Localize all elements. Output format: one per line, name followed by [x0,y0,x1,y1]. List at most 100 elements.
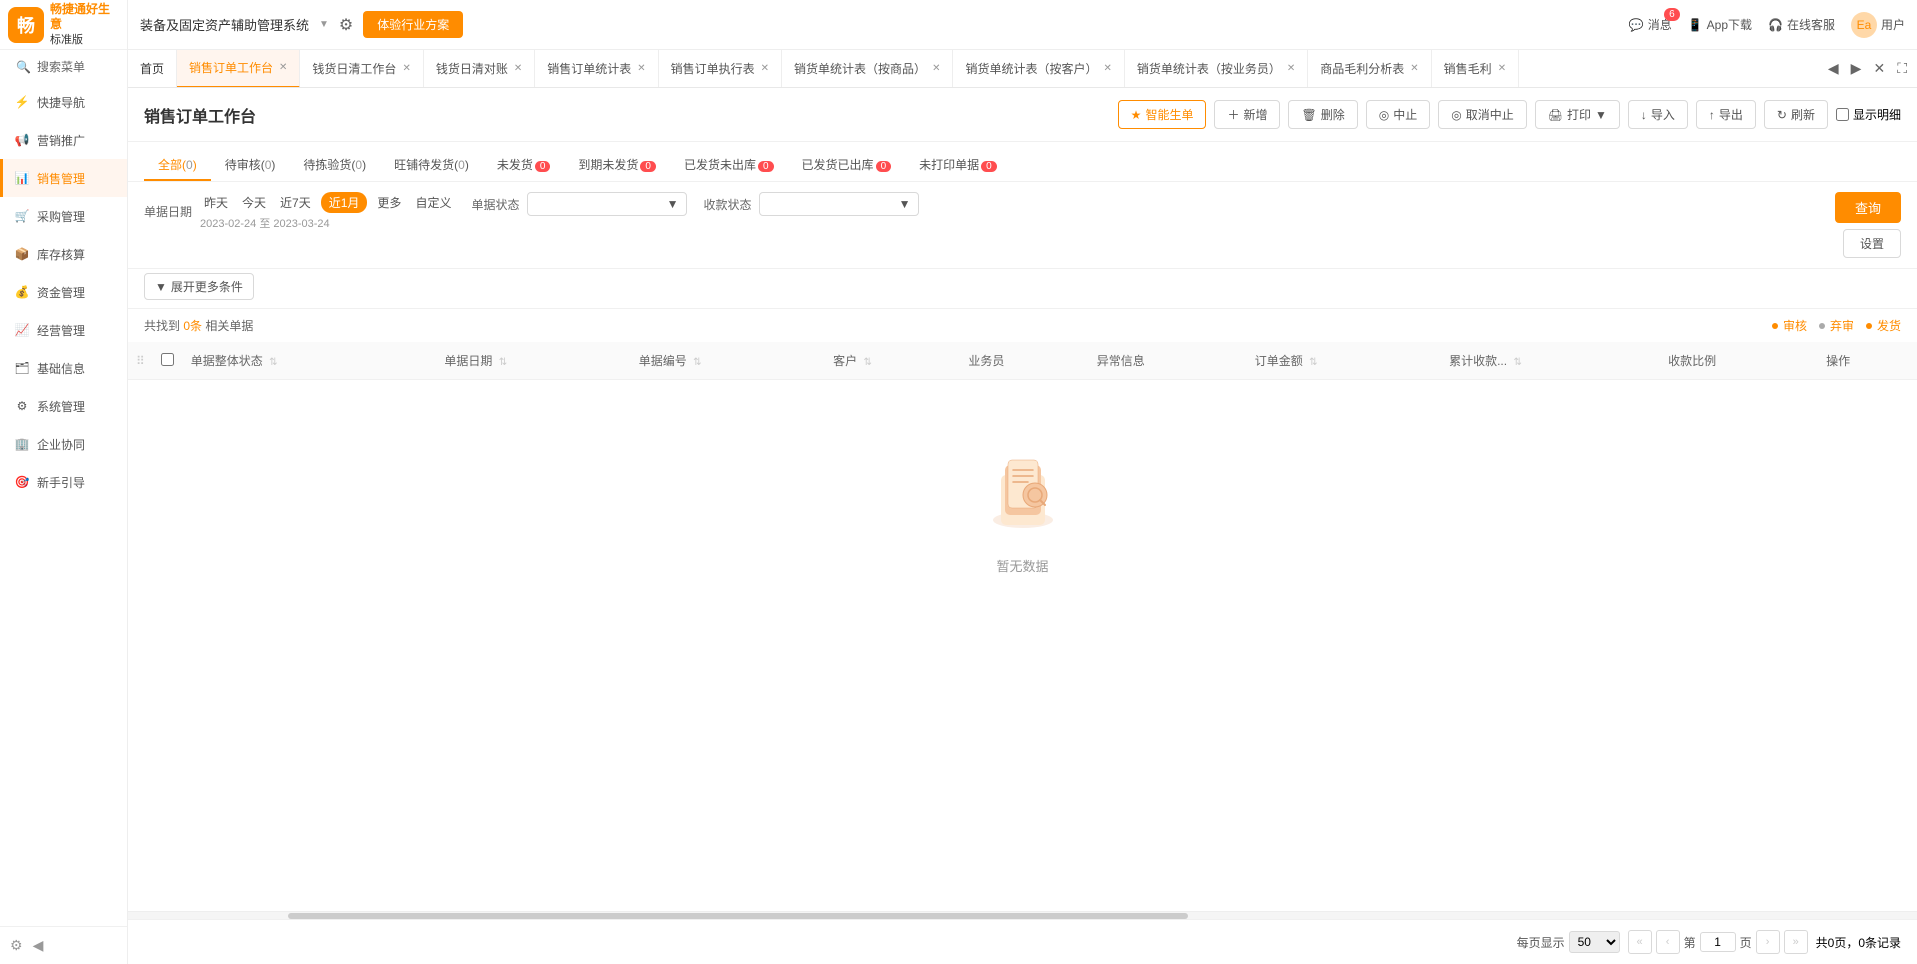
select-all-checkbox[interactable] [161,353,174,366]
date-option-today[interactable]: 今天 [238,192,270,213]
sidebar-item-purchase[interactable]: 🛒 采购管理 [0,197,127,235]
sidebar-item-search[interactable]: 🔍 搜索菜单 [0,50,127,83]
show-detail-checkbox[interactable] [1836,108,1849,121]
sidebar-item-sales[interactable]: 📊 销售管理 [0,159,127,197]
import-btn[interactable]: ↓ 导入 [1628,100,1688,129]
system-icon: ⚙ [13,397,31,415]
empty-text: 暂无数据 [996,556,1048,575]
query-btn[interactable]: 查询 [1835,192,1901,223]
export-btn[interactable]: ↑ 导出 [1696,100,1756,129]
page-input[interactable] [1700,932,1736,952]
tab-close-6[interactable]: ✕ [932,63,940,74]
last-page-btn[interactable]: » [1784,930,1808,954]
sidebar-item-enterprise[interactable]: 🏢 企业协同 [0,425,127,463]
per-page-select[interactable]: 50 100 200 [1569,931,1620,953]
sidebar-item-operations[interactable]: 📈 经营管理 [0,311,127,349]
show-detail-label[interactable]: 显示明细 [1836,106,1901,123]
sub-tab-overdue-not-shipped[interactable]: 到期未发货0 [564,150,670,181]
message-btn[interactable]: 💬 消息 6 [1629,16,1672,33]
tab-home[interactable]: 首页 [128,50,177,88]
prev-page-btn[interactable]: ‹ [1656,930,1680,954]
filter-settings-btn[interactable]: 设置 [1843,229,1901,258]
suspend-btn[interactable]: ◎ 中止 [1366,100,1431,129]
sidebar-item-finance[interactable]: 💰 资金管理 [0,273,127,311]
tab-daily-clear-workbench[interactable]: 钱货日清工作台 ✕ [300,50,423,88]
sidebar-item-inventory[interactable]: 📦 库存核算 [0,235,127,273]
tab-sales-by-product[interactable]: 销货单统计表（按商品） ✕ [782,50,953,88]
add-btn[interactable]: ＋ 新增 [1214,100,1280,129]
date-option-yesterday[interactable]: 昨天 [200,192,232,213]
col-order-amount[interactable]: 订单金额 ⇅ [1247,342,1441,380]
topbar: 装备及固定资产辅助管理系统 ▼ ⚙ 体验行业方案 💬 消息 6 📱 App下载 … [128,0,1917,50]
tab-close-8[interactable]: ✕ [1287,63,1295,74]
payment-select[interactable]: ▼ [759,192,919,216]
tab-close-3[interactable]: ✕ [514,63,522,74]
sidebar-item-quick-nav[interactable]: ⚡ 快捷导航 [0,83,127,121]
print-btn[interactable]: 🖨 打印 ▼ [1535,100,1620,129]
sub-tab-pending-review[interactable]: 待审核(0) [211,150,290,181]
col-date[interactable]: 单据日期 ⇅ [436,342,630,380]
tabs-prev-icon[interactable]: ◀ [1824,58,1843,79]
sidebar-item-guide[interactable]: 🎯 新手引导 [0,463,127,501]
user-menu[interactable]: Ea 用户 [1851,12,1905,38]
online-service-btn[interactable]: 🎧 在线客服 [1768,16,1835,33]
scrollbar-thumb[interactable] [288,913,1188,919]
scrollbar-area[interactable] [128,911,1917,919]
ship-action-btn[interactable]: 发货 [1866,317,1901,334]
col-cumulative-payment[interactable]: 累计收款... ⇅ [1441,342,1660,380]
date-option-7days[interactable]: 近7天 [276,192,315,213]
collapse-icon[interactable]: ◀ [33,937,44,954]
status-select[interactable]: ▼ [527,192,687,216]
tab-sales-by-salesperson[interactable]: 销货单统计表（按业务员） ✕ [1125,50,1308,88]
tabs-maximize-icon[interactable]: ⛶ [1893,58,1911,79]
tab-sales-gross-profit[interactable]: 销售毛利 ✕ [1432,50,1519,88]
sub-tab-not-printed[interactable]: 未打印单据0 [905,150,1011,181]
cancel-review-action-btn[interactable]: 弃审 [1819,317,1854,334]
tab-close-4[interactable]: ✕ [637,63,645,74]
app-download-btn[interactable]: 📱 App下载 [1688,16,1752,33]
tab-close-2[interactable]: ✕ [402,63,410,74]
sub-tab-shipped-not-out[interactable]: 已发货未出库0 [670,150,788,181]
col-number[interactable]: 单据编号 ⇅ [631,342,825,380]
tab-close-7[interactable]: ✕ [1103,63,1111,74]
tab-daily-clear-reconcile[interactable]: 钱货日清对账 ✕ [424,50,535,88]
tab-sales-order-workbench[interactable]: 销售订单工作台 ✕ [177,50,300,88]
cancel-suspend-btn[interactable]: ◎ 取消中止 [1438,100,1527,129]
sidebar-item-marketing[interactable]: 📢 营销推广 [0,121,127,159]
sub-tab-all[interactable]: 全部(0) [144,150,211,181]
expand-conditions-btn[interactable]: ▼ 展开更多条件 [144,273,254,300]
tab-sales-order-stats[interactable]: 销售订单统计表 ✕ [535,50,658,88]
tabs-close-all-icon[interactable]: ✕ [1869,58,1889,79]
sidebar-item-system[interactable]: ⚙ 系统管理 [0,387,127,425]
payment-select-arrow: ▼ [899,197,911,211]
tab-sales-by-customer[interactable]: 销货单统计表（按客户） ✕ [953,50,1124,88]
date-option-1month[interactable]: 近1月 [321,192,368,213]
sub-tabs: 全部(0) 待审核(0) 待拣验货(0) 旺铺待发货(0) 未发货0 到期未发货… [128,142,1917,182]
tab-close-1[interactable]: ✕ [279,62,287,73]
review-action-btn[interactable]: 审核 [1772,317,1807,334]
sub-tab-pending-inspection[interactable]: 待拣验货(0) [289,150,380,181]
tab-gross-profit-analysis[interactable]: 商品毛利分析表 ✕ [1308,50,1431,88]
sidebar-item-basic-info[interactable]: 🗂 基础信息 [0,349,127,387]
col-customer[interactable]: 客户 ⇅ [825,342,960,380]
industry-btn[interactable]: 体验行业方案 [363,11,463,38]
tab-sales-order-exec[interactable]: 销售订单执行表 ✕ [659,50,782,88]
sub-tab-shipped-out[interactable]: 已发货已出库0 [788,150,906,181]
sub-tab-not-shipped[interactable]: 未发货0 [483,150,565,181]
sub-tab-wangpu-pending[interactable]: 旺铺待发货(0) [380,150,483,181]
delete-btn[interactable]: 🗑 删除 [1288,100,1357,129]
smart-generate-btn[interactable]: ★ 智能生单 [1118,100,1207,129]
refresh-btn[interactable]: ↻ 刷新 [1764,100,1828,129]
date-option-custom[interactable]: 自定义 [411,192,455,213]
tab-close-9[interactable]: ✕ [1410,63,1418,74]
topbar-gear-icon[interactable]: ⚙ [339,15,353,35]
date-option-more[interactable]: 更多 [373,192,405,213]
tab-close-5[interactable]: ✕ [761,63,769,74]
col-overall-status[interactable]: 单据整体状态 ⇅ [183,342,437,380]
settings-bottom-icon[interactable]: ⚙ [10,937,23,954]
next-page-btn[interactable]: › [1756,930,1780,954]
tab-close-10[interactable]: ✕ [1498,63,1506,74]
system-dropdown-icon[interactable]: ▼ [319,19,329,30]
tabs-next-icon[interactable]: ▶ [1847,58,1866,79]
first-page-btn[interactable]: « [1628,930,1652,954]
